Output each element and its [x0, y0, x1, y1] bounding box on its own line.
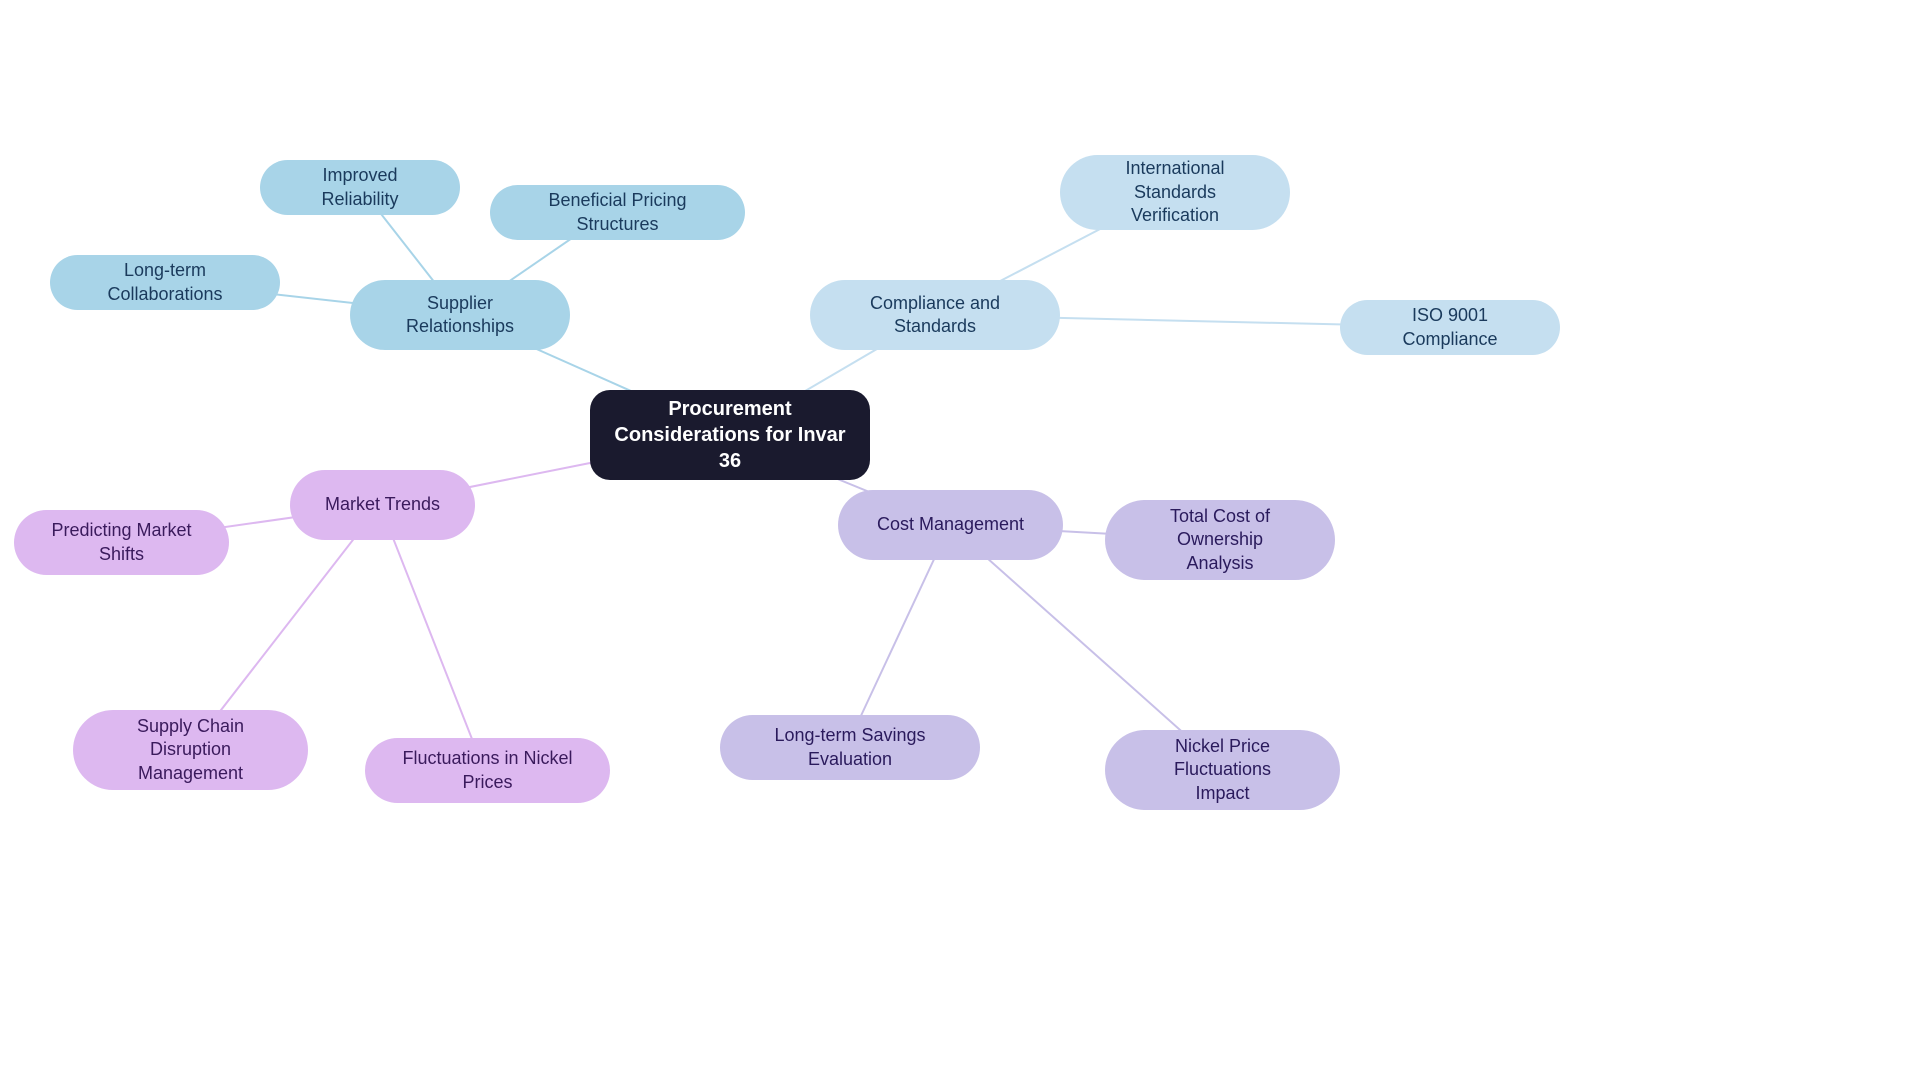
mind-map: Procurement Considerations for Invar 36 …: [0, 0, 1920, 1083]
iso-compliance-label: ISO 9001 Compliance: [1364, 304, 1536, 351]
longterm-collab-label: Long-term Collaborations: [74, 259, 256, 306]
predicting-market-label: Predicting Market Shifts: [38, 519, 205, 566]
fluctuations-nickel-label: Fluctuations in Nickel Prices: [389, 747, 586, 794]
longterm-savings-node[interactable]: Long-term Savings Evaluation: [720, 715, 980, 780]
total-cost-node[interactable]: Total Cost of OwnershipAnalysis: [1105, 500, 1335, 580]
supplier-relationships-label: Supplier Relationships: [374, 292, 546, 339]
supply-chain-node[interactable]: Supply Chain DisruptionManagement: [73, 710, 308, 790]
beneficial-pricing-label: Beneficial Pricing Structures: [514, 189, 721, 236]
fluctuations-nickel-node[interactable]: Fluctuations in Nickel Prices: [365, 738, 610, 803]
nickel-price-label: Nickel Price FluctuationsImpact: [1129, 735, 1316, 805]
center-label: Procurement Considerations for Invar 36: [614, 396, 846, 474]
compliance-standards-node[interactable]: Compliance and Standards: [810, 280, 1060, 350]
center-node[interactable]: Procurement Considerations for Invar 36: [590, 390, 870, 480]
longterm-collab-node[interactable]: Long-term Collaborations: [50, 255, 280, 310]
supply-chain-label: Supply Chain DisruptionManagement: [97, 715, 284, 785]
cost-management-node[interactable]: Cost Management: [838, 490, 1063, 560]
intl-standards-label: International StandardsVerification: [1084, 157, 1266, 227]
market-trends-label: Market Trends: [325, 493, 440, 516]
supplier-relationships-node[interactable]: Supplier Relationships: [350, 280, 570, 350]
predicting-market-node[interactable]: Predicting Market Shifts: [14, 510, 229, 575]
beneficial-pricing-node[interactable]: Beneficial Pricing Structures: [490, 185, 745, 240]
market-trends-node[interactable]: Market Trends: [290, 470, 475, 540]
intl-standards-node[interactable]: International StandardsVerification: [1060, 155, 1290, 230]
longterm-savings-label: Long-term Savings Evaluation: [744, 724, 956, 771]
compliance-standards-label: Compliance and Standards: [834, 292, 1036, 339]
iso-compliance-node[interactable]: ISO 9001 Compliance: [1340, 300, 1560, 355]
improved-reliability-label: Improved Reliability: [284, 164, 436, 211]
nickel-price-node[interactable]: Nickel Price FluctuationsImpact: [1105, 730, 1340, 810]
improved-reliability-node[interactable]: Improved Reliability: [260, 160, 460, 215]
total-cost-label: Total Cost of OwnershipAnalysis: [1129, 505, 1311, 575]
cost-management-label: Cost Management: [877, 513, 1024, 536]
